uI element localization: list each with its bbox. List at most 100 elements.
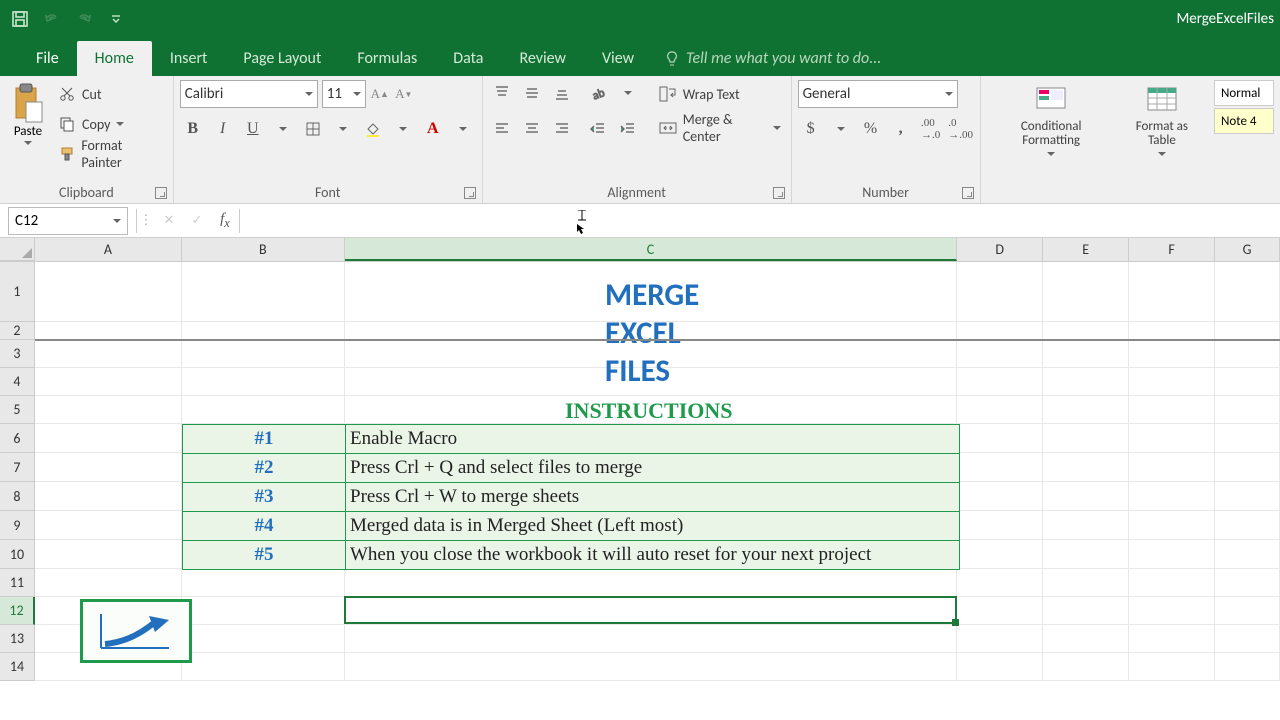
cell-F8[interactable]	[1129, 482, 1215, 511]
cell-G10[interactable]	[1215, 540, 1280, 569]
underline-dropdown[interactable]	[270, 116, 296, 142]
percent-button[interactable]: %	[858, 116, 884, 142]
row-header-13[interactable]: 13	[0, 625, 35, 653]
col-header-F[interactable]: F	[1129, 238, 1215, 261]
align-bottom-button[interactable]	[549, 80, 575, 106]
font-size-combo[interactable]: 11	[322, 80, 366, 108]
cell-A5[interactable]	[35, 396, 182, 424]
tab-file[interactable]: File	[18, 41, 77, 76]
align-center-button[interactable]	[519, 116, 545, 142]
cell-G11[interactable]	[1215, 569, 1280, 597]
col-header-B[interactable]: B	[182, 238, 345, 261]
merge-dropdown[interactable]	[773, 124, 781, 132]
cell-B2[interactable]	[182, 322, 345, 340]
cell-B12[interactable]	[182, 597, 345, 625]
fill-color-button[interactable]	[360, 116, 386, 142]
cell-E10[interactable]	[1043, 540, 1129, 569]
formula-input[interactable]	[240, 207, 1280, 235]
decrease-indent-button[interactable]	[585, 116, 611, 142]
cell-G9[interactable]	[1215, 511, 1280, 540]
cell-F7[interactable]	[1129, 453, 1215, 482]
accounting-button[interactable]: $	[798, 116, 824, 142]
cut-button[interactable]: Cut	[54, 80, 167, 108]
copy-dropdown[interactable]	[116, 120, 124, 128]
cell-C13[interactable]	[345, 625, 958, 653]
cell-E2[interactable]	[1043, 322, 1129, 340]
select-all-corner[interactable]	[0, 238, 35, 261]
orientation-button[interactable]: ab	[585, 80, 611, 106]
cell-C10[interactable]	[345, 540, 958, 569]
cell-A3[interactable]	[35, 340, 182, 368]
cell-E7[interactable]	[1043, 453, 1129, 482]
font-launcher[interactable]	[464, 187, 476, 199]
format-painter-button[interactable]: Format Painter	[54, 140, 167, 168]
tab-page-layout[interactable]: Page Layout	[225, 41, 339, 76]
cell-A6[interactable]	[35, 424, 182, 453]
row-header-5[interactable]: 5	[0, 396, 35, 424]
cell-B1[interactable]	[182, 262, 345, 322]
cell-F3[interactable]	[1129, 340, 1215, 368]
cell-A9[interactable]	[35, 511, 182, 540]
increase-font-button[interactable]: A▲	[370, 81, 390, 107]
number-format-combo[interactable]: General	[798, 80, 958, 108]
cell-D12[interactable]	[957, 597, 1043, 625]
cell-F4[interactable]	[1129, 368, 1215, 396]
cell-C11[interactable]	[345, 569, 958, 597]
name-box[interactable]: C12	[8, 207, 128, 235]
decrease-font-button[interactable]: A▼	[394, 81, 414, 107]
row-header-7[interactable]: 7	[0, 453, 35, 482]
cell-G8[interactable]	[1215, 482, 1280, 511]
increase-decimal-button[interactable]: .00→.0	[918, 116, 944, 142]
align-middle-button[interactable]	[519, 80, 545, 106]
cell-B7[interactable]	[182, 453, 345, 482]
cell-C14[interactable]	[345, 653, 958, 681]
tab-data[interactable]: Data	[435, 41, 501, 76]
cell-C2[interactable]	[345, 322, 958, 340]
cell-G4[interactable]	[1215, 368, 1280, 396]
cell-B3[interactable]	[182, 340, 345, 368]
font-color-button[interactable]: A	[420, 116, 446, 142]
italic-button[interactable]: I	[210, 116, 236, 142]
cell-B6[interactable]	[182, 424, 345, 453]
cancel-formula-button[interactable]: ✕	[155, 208, 183, 234]
enter-formula-button[interactable]: ✓	[183, 208, 211, 234]
col-header-C[interactable]: C	[345, 238, 958, 261]
row-header-2[interactable]: 2	[0, 322, 35, 340]
tell-me[interactable]: Tell me what you want to do...	[652, 41, 893, 76]
cell-B14[interactable]	[182, 653, 345, 681]
cell-E14[interactable]	[1043, 653, 1129, 681]
decrease-decimal-button[interactable]: .0→.00	[948, 116, 974, 142]
cell-C12[interactable]	[345, 597, 958, 625]
row-header-1[interactable]: 1	[0, 262, 35, 322]
accounting-dropdown[interactable]	[828, 116, 854, 142]
cell-A1[interactable]	[35, 262, 182, 322]
qat-customize[interactable]	[100, 3, 132, 35]
cell-E1[interactable]	[1043, 262, 1129, 322]
comma-button[interactable]: ,	[888, 116, 914, 142]
underline-button[interactable]: U	[240, 116, 266, 142]
clipboard-launcher[interactable]	[155, 187, 167, 199]
cell-C9[interactable]	[345, 511, 958, 540]
tab-home[interactable]: Home	[77, 41, 152, 76]
fill-color-dropdown[interactable]	[390, 116, 416, 142]
alignment-launcher[interactable]	[773, 187, 785, 199]
cell-E12[interactable]	[1043, 597, 1129, 625]
row-header-9[interactable]: 9	[0, 511, 35, 540]
row-header-3[interactable]: 3	[0, 340, 35, 368]
cell-D1[interactable]	[957, 262, 1043, 322]
cell-B10[interactable]	[182, 540, 345, 569]
cell-A2[interactable]	[35, 322, 182, 340]
number-launcher[interactable]	[962, 187, 974, 199]
cell-E6[interactable]	[1043, 424, 1129, 453]
cell-F6[interactable]	[1129, 424, 1215, 453]
col-header-G[interactable]: G	[1215, 238, 1280, 261]
row-header-14[interactable]: 14	[0, 653, 35, 681]
cell-A7[interactable]	[35, 453, 182, 482]
cell-B8[interactable]	[182, 482, 345, 511]
cell-D3[interactable]	[957, 340, 1043, 368]
merge-center-button[interactable]: Merge & Center	[655, 114, 785, 142]
paste-button[interactable]: Paste	[6, 80, 50, 149]
cell-G2[interactable]	[1215, 322, 1280, 340]
cell-A8[interactable]	[35, 482, 182, 511]
cell-G14[interactable]	[1215, 653, 1280, 681]
